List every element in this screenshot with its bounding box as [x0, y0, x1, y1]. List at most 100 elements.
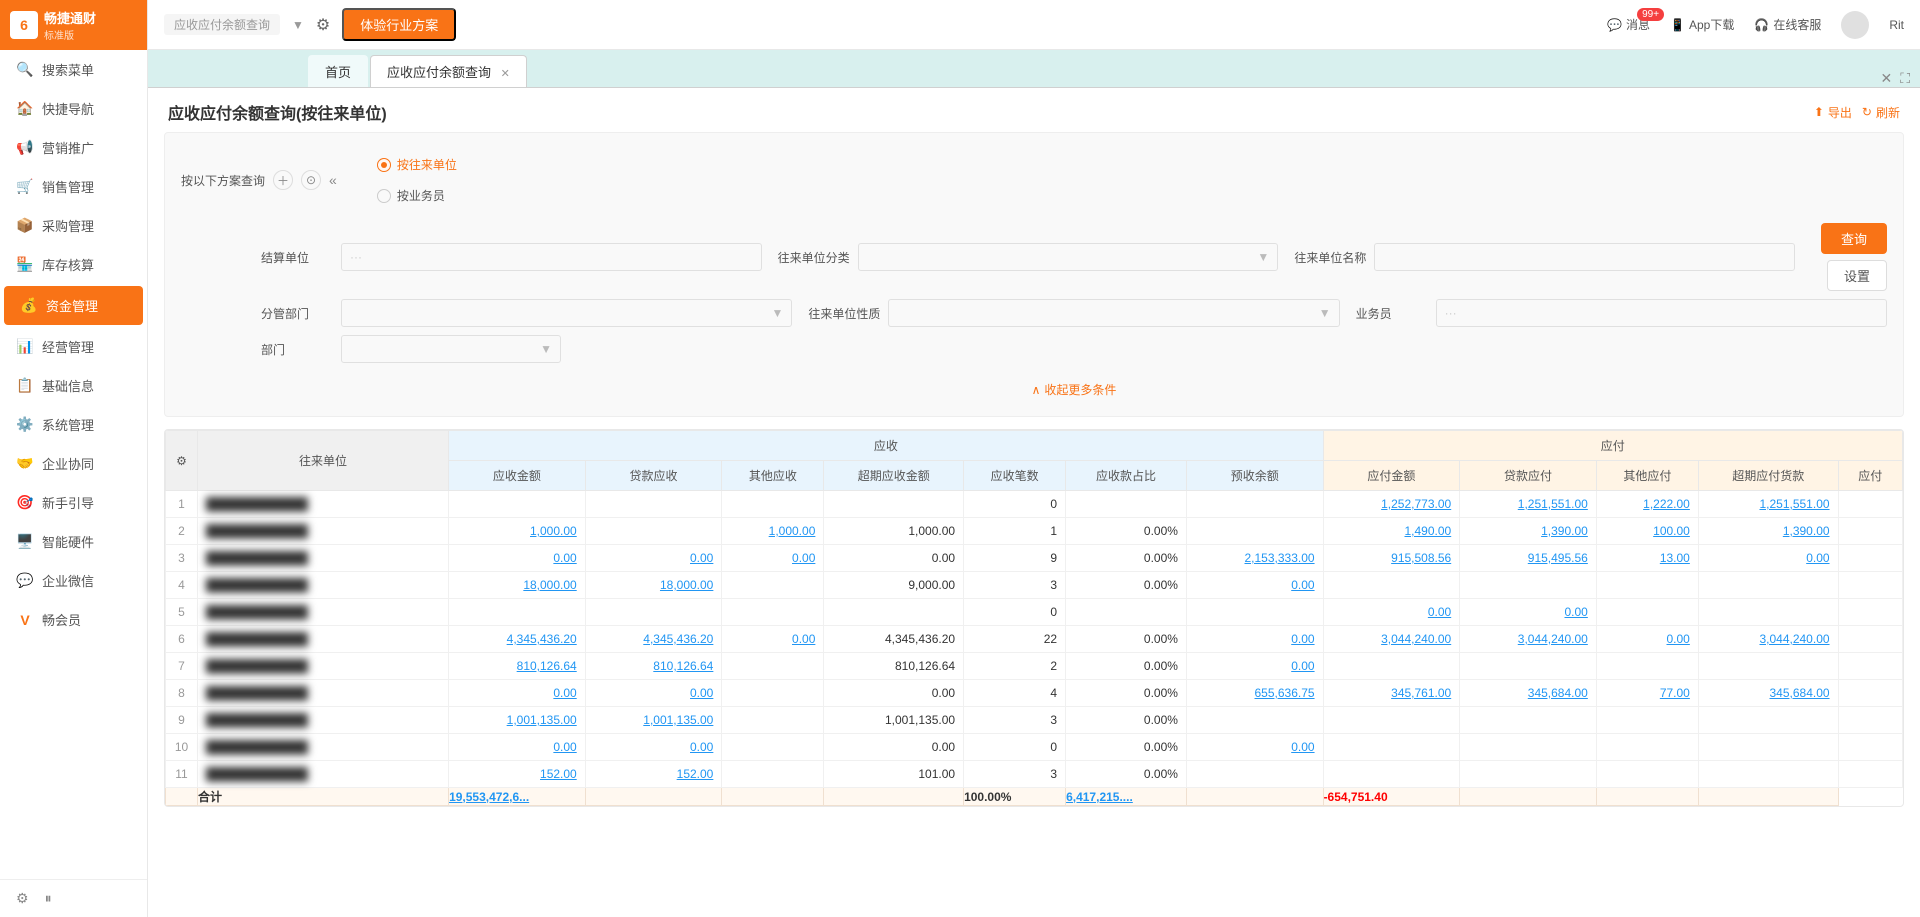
filter-label-nature: 往来单位性质 — [808, 305, 888, 322]
query-button[interactable]: 查询 — [1821, 223, 1887, 254]
table-settings-icon[interactable]: ⚙ — [176, 454, 187, 468]
th-ap-amount: 应付金额 — [1323, 461, 1460, 491]
logo-text: 畅捷通财 — [44, 8, 96, 27]
filter-add-button[interactable]: ＋ — [273, 170, 293, 190]
sidebar-item-ops[interactable]: 📊 经营管理 — [0, 327, 147, 366]
collapse-footer-icon[interactable]: ⏸ — [45, 890, 52, 907]
guide-icon: 🎯 — [16, 494, 34, 512]
export-icon: ⬆ — [1814, 105, 1824, 119]
settings-footer-icon[interactable]: ⚙ — [16, 890, 29, 907]
filter-input-sub-dept[interactable]: ▼ — [341, 335, 561, 363]
sidebar-item-search-menu[interactable]: 🔍 搜索菜单 — [0, 50, 147, 89]
page-header: 应收应付余额查询(按往来单位) ⬆ 导出 ↻ 刷新 — [148, 88, 1920, 132]
search-icon: 🔍 — [16, 61, 34, 79]
row-partner-name: ████████████ — [198, 545, 449, 572]
sidebar-item-purchase[interactable]: 📦 采购管理 — [0, 206, 147, 245]
topbar-right: 💬 消息 99+ 📱 App下载 🎧 在线客服 Rit — [1607, 11, 1904, 39]
sidebar-item-collab[interactable]: 🤝 企业协同 — [0, 444, 147, 483]
topbar-service[interactable]: 🎧 在线客服 — [1754, 16, 1821, 33]
data-table-container: ⚙ 往来单位 应收 应付 应收金额 贷款应收 其他应收 超期应收金额 应收笔数 … — [164, 429, 1904, 807]
finance-icon: 💰 — [20, 297, 38, 315]
row-partner-name: ████████████ — [198, 572, 449, 599]
sidebar-item-label: 智能硬件 — [42, 532, 94, 551]
row-partner-name: ████████████ — [198, 626, 449, 653]
user-avatar — [1841, 11, 1869, 39]
th-ar-amount: 应收金额 — [449, 461, 586, 491]
filter-input-nature[interactable]: ▼ — [888, 299, 1339, 327]
row-partner-name: ████████████ — [198, 599, 449, 626]
sidebar-item-system[interactable]: ⚙️ 系统管理 — [0, 405, 147, 444]
row-partner-name: ████████████ — [198, 761, 449, 788]
topbar-dropdown-icon[interactable]: ▼ — [292, 18, 304, 32]
tabbar-close-all-icon[interactable]: ✕ — [1880, 70, 1892, 87]
filter-input-partner-cat[interactable]: ▼ — [858, 243, 1279, 271]
filter-dept: 分管部门 ▼ — [261, 299, 792, 327]
tab-close-icon[interactable]: ✕ — [501, 68, 510, 80]
setting-button[interactable]: 设置 — [1827, 260, 1887, 291]
filter-label: 按以下方案查询 — [181, 172, 265, 189]
promo-button[interactable]: 体验行业方案 — [342, 8, 456, 41]
row-partner-name: ████████████ — [198, 653, 449, 680]
view-partner-dot — [377, 158, 391, 172]
tab-balance-query[interactable]: 应收应付余额查询 ✕ — [370, 55, 527, 87]
filter-label-salesperson: 业务员 — [1356, 305, 1436, 322]
footer-empty6 — [1596, 788, 1698, 806]
sales-icon: 🛒 — [16, 178, 34, 196]
filter-row-3: 部门 ▼ — [261, 335, 1887, 363]
filter-input-partner-name[interactable] — [1374, 243, 1795, 271]
collapse-icon: ∧ — [1032, 383, 1041, 397]
topbar: 应收应付余额查询 ▼ ⚙ 体验行业方案 💬 消息 99+ 📱 App下载 🎧 在… — [148, 0, 1920, 50]
filter-template-button[interactable]: ⊙ — [301, 170, 321, 190]
sidebar-item-guide[interactable]: 🎯 新手引导 — [0, 483, 147, 522]
row-partner-name: ████████████ — [198, 491, 449, 518]
topbar-app-download[interactable]: 📱 App下载 — [1670, 16, 1734, 33]
footer-ap-total: -654,751.40 — [1323, 788, 1460, 806]
view-by-staff[interactable]: 按业务员 — [345, 180, 1887, 211]
th-ar-loan: 贷款应收 — [585, 461, 722, 491]
sidebar-item-sales[interactable]: 🛒 销售管理 — [0, 167, 147, 206]
collapse-more-button[interactable]: ∧ 收起更多条件 — [261, 375, 1887, 404]
sidebar-item-wechat[interactable]: 💬 企业微信 — [0, 561, 147, 600]
filter-top: 按以下方案查询 ＋ ⊙ « 按往来单位 按业务员 — [181, 145, 1887, 215]
sidebar-item-inventory[interactable]: 🏪 库存核算 — [0, 245, 147, 284]
base-icon: 📋 — [16, 377, 34, 395]
page-title: 应收应付余额查询(按往来单位) — [168, 100, 387, 124]
sidebar-item-quick-nav[interactable]: 🏠 快捷导航 — [0, 89, 147, 128]
service-label: 在线客服 — [1773, 16, 1821, 33]
sidebar-item-label: 企业微信 — [42, 571, 94, 590]
filter-input-dept[interactable]: ▼ — [341, 299, 792, 327]
sidebar-item-base[interactable]: 📋 基础信息 — [0, 366, 147, 405]
refresh-button[interactable]: ↻ 刷新 — [1862, 104, 1900, 121]
footer-label: 合计 — [198, 788, 449, 806]
app-logo: 6 畅捷通财 标准版 — [0, 0, 147, 50]
sidebar-item-hardware[interactable]: 🖥️ 智能硬件 — [0, 522, 147, 561]
tabbar-expand-icon[interactable]: ⛶ — [1900, 70, 1910, 87]
topbar-messages[interactable]: 💬 消息 99+ — [1607, 16, 1650, 33]
tab-home-label: 首页 — [325, 65, 351, 80]
sidebar-item-member[interactable]: V 畅会员 — [0, 600, 147, 639]
home-icon: 🏠 — [16, 100, 34, 118]
filter-input-salesperson[interactable]: ··· — [1436, 299, 1887, 327]
nature-chevron-icon: ▼ — [1319, 306, 1331, 320]
tab-home[interactable]: 首页 — [308, 55, 368, 87]
th-ar-prepay: 预收余额 — [1186, 461, 1323, 491]
row-partner-name: ████████████ — [198, 734, 449, 761]
th-ar-overdue: 超期应收金额 — [824, 461, 964, 491]
filter-collapse-button[interactable]: « — [329, 172, 337, 188]
footer-empty2 — [722, 788, 824, 806]
th-receivable-group: 应收 — [449, 431, 1323, 461]
filter-partner-nature: 往来单位性质 ▼ — [808, 299, 1339, 327]
topbar-gear-icon[interactable]: ⚙ — [316, 15, 330, 35]
sidebar-item-marketing[interactable]: 📢 营销推广 — [0, 128, 147, 167]
filter-input-settlement[interactable]: ··· — [341, 243, 762, 271]
view-by-partner[interactable]: 按往来单位 — [345, 149, 1887, 180]
filter-rows: 结算单位 ··· 往来单位分类 ▼ 往来单位名称 — [261, 223, 1887, 404]
th-settings[interactable]: ⚙ — [166, 431, 198, 491]
sidebar-item-finance[interactable]: 💰 资金管理 — [4, 286, 143, 325]
footer-ar-ratio: 100.00% — [964, 788, 1066, 806]
sidebar-item-label: 营销推广 — [42, 138, 94, 157]
app-label: App下载 — [1689, 16, 1734, 33]
sidebar-item-label: 经营管理 — [42, 337, 94, 356]
export-button[interactable]: ⬆ 导出 — [1814, 104, 1852, 121]
footer-ar-prepay: 6,417,215.... — [1066, 788, 1187, 806]
